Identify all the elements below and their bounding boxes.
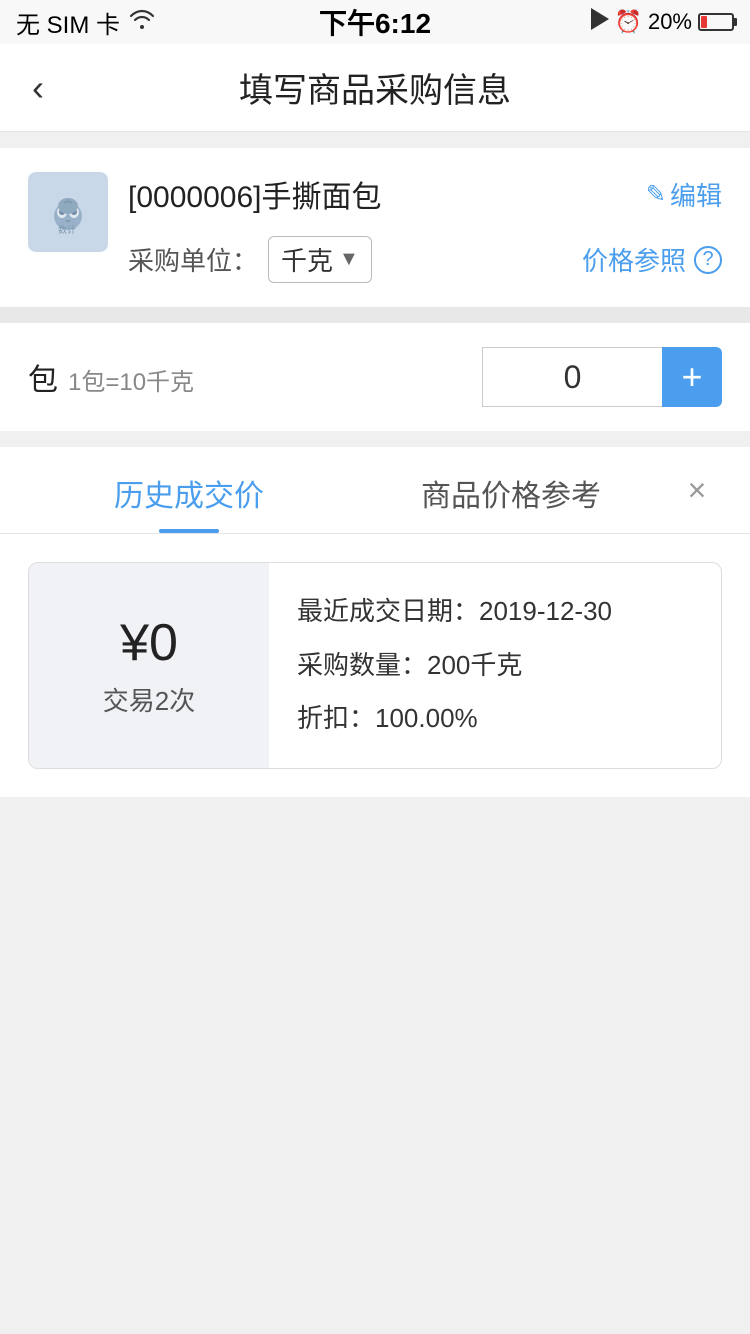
qty-unit: 包	[28, 355, 58, 399]
help-icon: ?	[694, 246, 722, 274]
tab-price-reference[interactable]: 商品价格参考	[350, 447, 672, 533]
unit-value: 千克	[281, 241, 333, 278]
quantity-row: 包 1包=10千克 0 +	[0, 323, 750, 431]
nav-bar: ‹ 填写商品采购信息	[0, 44, 750, 132]
status-left: 无 SIM 卡	[16, 5, 156, 40]
location-icon	[591, 8, 609, 36]
product-card: 数计 [0000006]手撕面包 ✎ 编辑 采购单位： 千克 ▼	[0, 148, 750, 307]
discount-value: 100.00%	[375, 703, 478, 733]
status-time: 下午6:12	[319, 2, 431, 42]
date-label: 最近成交日期：	[297, 596, 479, 626]
price-amount: ¥0	[120, 613, 178, 673]
battery-fill	[701, 16, 707, 28]
product-thumbnail-inner: 数计	[46, 190, 90, 234]
price-ref-button[interactable]: 价格参照 ?	[582, 241, 722, 278]
tab2-label: 商品价格参考	[421, 480, 601, 513]
price-date-row: 最近成交日期：2019-12-30	[297, 591, 693, 633]
unit-select-arrow: ▼	[339, 248, 359, 271]
qty-conversion: 1包=10千克	[68, 362, 194, 397]
unit-left: 采购单位： 千克 ▼	[128, 236, 372, 283]
battery-icon	[698, 13, 734, 31]
tab1-label: 历史成交价	[114, 480, 264, 513]
close-icon: ×	[688, 472, 707, 509]
battery-percent: 20%	[648, 9, 692, 35]
plus-icon: +	[681, 359, 702, 395]
tab-close-button[interactable]: ×	[672, 465, 722, 515]
page-title: 填写商品采购信息	[239, 63, 511, 112]
section-divider	[0, 307, 750, 323]
price-discount-row: 折扣：100.00%	[297, 698, 693, 740]
qty-value: 0	[564, 359, 582, 396]
owl-icon: 数计	[46, 190, 90, 234]
svg-text:数计: 数计	[58, 224, 76, 234]
price-trades: 交易2次	[103, 681, 195, 718]
edit-icon: ✎	[646, 180, 666, 209]
price-ref-label: 价格参照	[582, 241, 686, 278]
carrier-text: 无 SIM 卡	[16, 5, 120, 40]
price-card: ¥0 交易2次 最近成交日期：2019-12-30 采购数量：200千克 折扣：…	[28, 562, 722, 769]
price-quantity-row: 采购数量：200千克	[297, 645, 693, 687]
status-right: ⏰ 20%	[591, 8, 734, 36]
product-title-row: [0000006]手撕面包 ✎ 编辑	[128, 172, 722, 216]
price-left: ¥0 交易2次	[29, 563, 269, 768]
status-bar: 无 SIM 卡 下午6:12 ⏰ 20%	[0, 0, 750, 44]
currency-symbol: ¥	[120, 614, 149, 672]
product-thumbnail: 数计	[28, 172, 108, 252]
quantity-controls: 0 +	[482, 347, 722, 407]
alarm-icon: ⏰	[615, 9, 642, 35]
product-unit-row: 采购单位： 千克 ▼ 价格参照 ?	[128, 236, 722, 283]
quantity-value: 200千克	[427, 650, 522, 680]
wifi-icon	[128, 8, 156, 36]
quantity-label-text: 采购数量：	[297, 650, 427, 680]
tab-history-price[interactable]: 历史成交价	[28, 447, 350, 533]
qty-plus-button[interactable]: +	[662, 347, 722, 407]
history-content: ¥0 交易2次 最近成交日期：2019-12-30 采购数量：200千克 折扣：…	[0, 534, 750, 797]
date-value: 2019-12-30	[479, 596, 612, 626]
unit-select[interactable]: 千克 ▼	[268, 236, 372, 283]
price-right: 最近成交日期：2019-12-30 采购数量：200千克 折扣：100.00%	[269, 563, 721, 768]
edit-label: 编辑	[670, 176, 722, 213]
price-value: 0	[149, 614, 178, 672]
qty-input[interactable]: 0	[482, 347, 662, 407]
tabs-header: 历史成交价 商品价格参考 ×	[0, 447, 750, 534]
tabs-panel: 历史成交价 商品价格参考 × ¥0 交易2次 最近成交日期：2019-12-30…	[0, 447, 750, 797]
product-header: 数计 [0000006]手撕面包 ✎ 编辑 采购单位： 千克 ▼	[28, 172, 722, 283]
discount-label: 折扣：	[297, 703, 375, 733]
product-info: [0000006]手撕面包 ✎ 编辑 采购单位： 千克 ▼ 价格参照	[128, 172, 722, 283]
product-name: [0000006]手撕面包	[128, 172, 381, 216]
quantity-label: 包 1包=10千克	[28, 355, 194, 399]
unit-label: 采购单位：	[128, 241, 258, 278]
back-button[interactable]: ‹	[24, 59, 52, 117]
edit-button[interactable]: ✎ 编辑	[646, 176, 722, 213]
